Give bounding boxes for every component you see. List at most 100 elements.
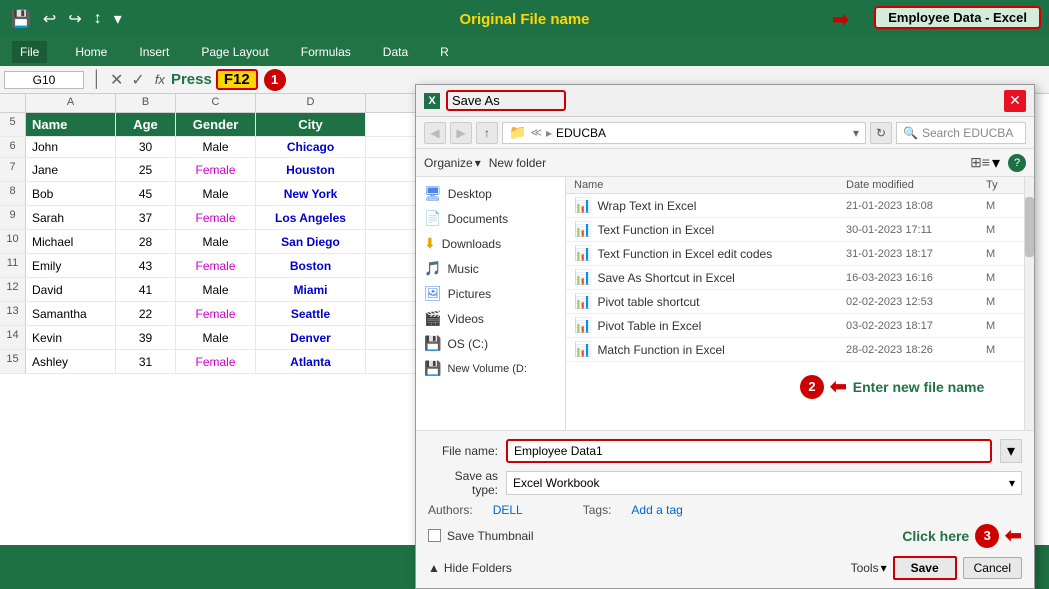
save-type-select[interactable]: Excel Workbook ▾ [506,471,1022,495]
cell-8b[interactable]: 45 [116,182,176,205]
refresh-button[interactable]: ↻ [870,122,892,144]
more-icon[interactable]: ▾ [111,7,125,31]
cell-6d[interactable]: Chicago [256,137,366,157]
cell-12b[interactable]: 41 [116,278,176,301]
cell-12d[interactable]: Miami [256,278,366,301]
file-list-item[interactable]: 📊 Text Function in Excel 30-01-2023 17:1… [566,218,1024,242]
cell-10b[interactable]: 28 [116,230,176,253]
cell-7b[interactable]: 25 [116,158,176,181]
cell-14a[interactable]: Kevin [26,326,116,349]
nav-back-button[interactable]: ◀ [424,122,446,144]
file-list-item[interactable]: 📊 Match Function in Excel 28-02-2023 18:… [566,338,1024,362]
cell-9b[interactable]: 37 [116,206,176,229]
nav-item-osc[interactable]: 💾 OS (C:) [416,331,565,356]
cell-9c[interactable]: Female [176,206,256,229]
nav-forward-button[interactable]: ▶ [450,122,472,144]
cell-15b[interactable]: 31 [116,350,176,373]
cell-11c[interactable]: Female [176,254,256,277]
cell-14d[interactable]: Denver [256,326,366,349]
nav-up-button[interactable]: ↑ [476,122,498,144]
sort-icon[interactable]: ↕ [91,8,105,30]
ribbon-tab-data[interactable]: Data [379,43,412,61]
cell-6b[interactable]: 30 [116,137,176,157]
cell-5a[interactable]: Name [26,113,116,136]
nav-item-downloads[interactable]: ⬇ Downloads [416,231,565,256]
cell-6a[interactable]: John [26,137,116,157]
cell-13d[interactable]: Seattle [256,302,366,325]
cell-11d[interactable]: Boston [256,254,366,277]
authors-label: Authors: [428,503,473,517]
cell-8d[interactable]: New York [256,182,366,205]
cell-14b[interactable]: 39 [116,326,176,349]
view-details-icon[interactable]: ⊞≡ [970,154,990,171]
documents-icon: 📄 [424,210,441,227]
nav-item-newvol[interactable]: 💾 New Volume (D: [416,356,565,381]
ribbon-tab-r[interactable]: R [436,43,453,61]
tags-value[interactable]: Add a tag [631,503,682,517]
file-list-item[interactable]: 📊 Text Function in Excel edit codes 31-0… [566,242,1024,266]
hide-folders-button[interactable]: ▲ Hide Folders [428,561,512,575]
cell-6c[interactable]: Male [176,137,256,157]
cell-5c[interactable]: Gender [176,113,256,136]
cell-15d[interactable]: Atlanta [256,350,366,373]
nav-item-documents[interactable]: 📄 Documents [416,206,565,231]
cell-12c[interactable]: Male [176,278,256,301]
file-list-item[interactable]: 📊 Wrap Text in Excel 21-01-2023 18:08 M [566,194,1024,218]
cell-9a[interactable]: Sarah [26,206,116,229]
name-box[interactable]: G10 [4,71,84,89]
redo-icon[interactable]: ↪ [65,7,84,31]
cell-15a[interactable]: Ashley [26,350,116,373]
tools-dropdown-icon[interactable]: ▾ [881,561,887,575]
scroll-indicator[interactable] [1024,177,1034,430]
file-item-date: 03-02-2023 18:17 [846,320,986,332]
ribbon-tab-home[interactable]: Home [71,43,111,61]
cancel-button[interactable]: Cancel [963,557,1022,579]
file-name-dropdown[interactable]: ▾ [1000,439,1022,463]
cell-5b[interactable]: Age [116,113,176,136]
view-dropdown-icon[interactable]: ▾ [992,153,1000,173]
cell-15c[interactable]: Female [176,350,256,373]
cell-10d[interactable]: San Diego [256,230,366,253]
file-list-item[interactable]: 📊 Pivot Table in Excel 03-02-2023 18:17 … [566,314,1024,338]
cell-11a[interactable]: Emily [26,254,116,277]
cell-5d[interactable]: City [256,113,366,136]
cell-12a[interactable]: David [26,278,116,301]
cell-7c[interactable]: Female [176,158,256,181]
cell-8c[interactable]: Male [176,182,256,205]
cell-10a[interactable]: Michael [26,230,116,253]
nav-item-videos[interactable]: 🎬 Videos [416,306,565,331]
nav-item-desktop[interactable]: 🖥 Desktop [416,181,565,206]
address-bar[interactable]: 📁 ≪ ▸ EDUCBA ▾ [502,122,866,144]
ribbon-tab-file[interactable]: File [12,41,47,63]
help-button[interactable]: ? [1008,154,1026,172]
thumbnail-checkbox[interactable] [428,529,441,542]
cell-14c[interactable]: Male [176,326,256,349]
save-icon[interactable]: 💾 [8,7,34,31]
cell-10c[interactable]: Male [176,230,256,253]
ribbon-tab-insert[interactable]: Insert [135,43,173,61]
thumbnail-row: Save Thumbnail Click here 3 ➡ [428,523,1022,548]
nav-item-music[interactable]: 🎵 Music [416,256,565,281]
organize-button[interactable]: Organize ▾ [424,156,481,170]
search-box[interactable]: 🔍 Search EDUCBA [896,122,1026,144]
file-list-item[interactable]: 📊 Save As Shortcut in Excel 16-03-2023 1… [566,266,1024,290]
ribbon-tab-page-layout[interactable]: Page Layout [197,43,272,61]
cell-13a[interactable]: Samantha [26,302,116,325]
cell-11b[interactable]: 43 [116,254,176,277]
cell-9d[interactable]: Los Angeles [256,206,366,229]
undo-icon[interactable]: ↩ [40,7,59,31]
address-dropdown-arrow[interactable]: ▾ [853,126,859,140]
cell-7a[interactable]: Jane [26,158,116,181]
cell-13b[interactable]: 22 [116,302,176,325]
ribbon-tab-formulas[interactable]: Formulas [297,43,355,61]
cell-8a[interactable]: Bob [26,182,116,205]
file-name-input[interactable] [506,439,992,463]
row-num-9: 9 [0,206,26,229]
file-list-item[interactable]: 📊 Pivot table shortcut 02-02-2023 12:53 … [566,290,1024,314]
dialog-close-button[interactable]: ✕ [1004,90,1026,112]
nav-item-pictures[interactable]: 🖼 Pictures [416,281,565,306]
save-button[interactable]: Save [893,556,957,580]
new-folder-button[interactable]: New folder [489,156,546,170]
cell-13c[interactable]: Female [176,302,256,325]
cell-7d[interactable]: Houston [256,158,366,181]
